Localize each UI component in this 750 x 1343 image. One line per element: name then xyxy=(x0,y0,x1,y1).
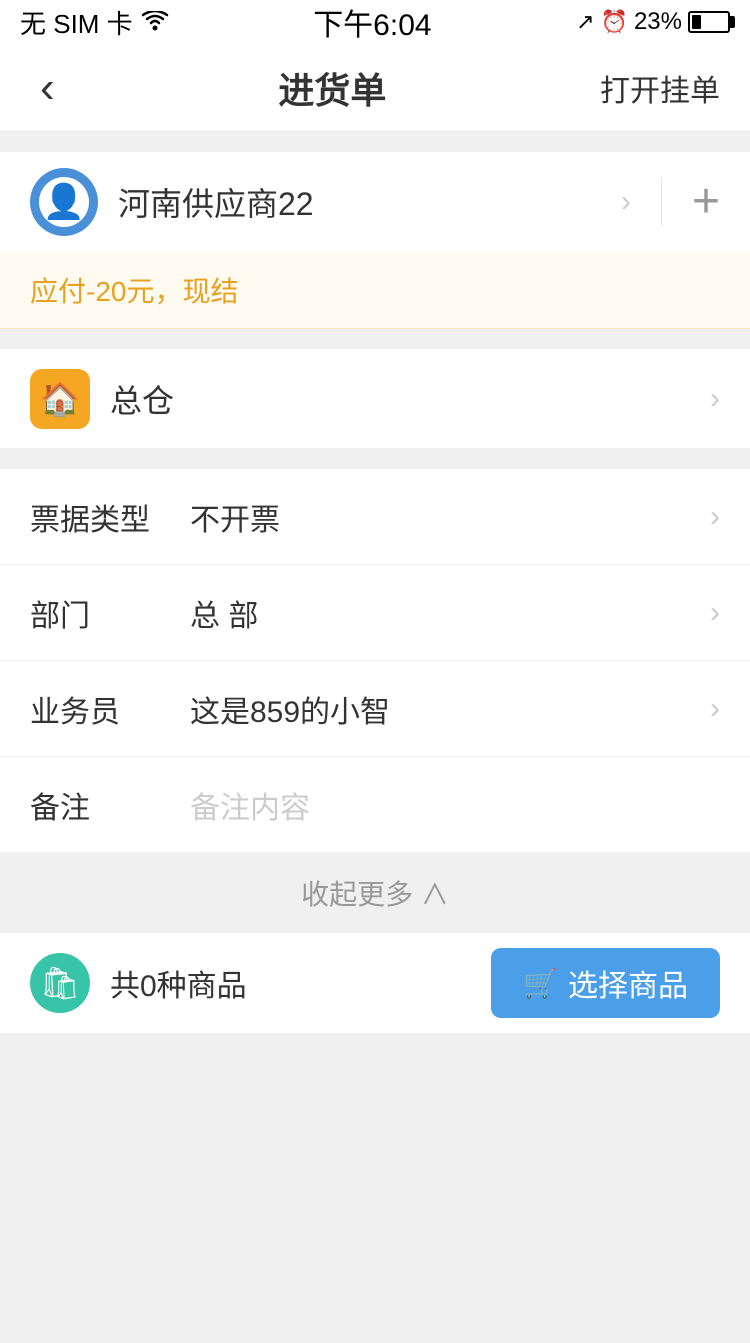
divider-2 xyxy=(0,329,750,349)
page-title: 进货单 xyxy=(278,62,386,114)
salesperson-row[interactable]: 业务员 这是859的小智 › xyxy=(0,661,750,757)
collapse-row[interactable]: 收起更多 ∧ xyxy=(0,853,750,933)
bottom-bar: 🛍 共0种商品 🛒 选择商品 xyxy=(0,933,750,1033)
status-left: 无 SIM 卡 xyxy=(20,4,169,41)
person-icon: 👤 xyxy=(43,182,85,222)
product-count-icon: 🛍 xyxy=(30,953,90,1013)
salesperson-chevron-icon: › xyxy=(710,692,720,726)
invoice-type-chevron-icon: › xyxy=(710,500,720,534)
department-value: 总 部 xyxy=(190,591,710,635)
status-bar: 无 SIM 卡 下午6:04 ↗ ⏰ 23% xyxy=(0,0,750,44)
department-label: 部门 xyxy=(30,591,170,635)
remark-row[interactable]: 备注 备注内容 xyxy=(0,757,750,853)
supplier-card: 👤 河南供应商22 › + 应付-20元，现结 xyxy=(0,152,750,329)
warehouse-icon: 🏠 xyxy=(30,369,90,429)
salesperson-value: 这是859的小智 xyxy=(190,687,710,731)
remark-value: 备注内容 xyxy=(190,783,720,827)
open-pending-button[interactable]: 打开挂单 xyxy=(600,66,720,110)
invoice-type-label: 票据类型 xyxy=(30,495,170,539)
battery-percent: 23% xyxy=(634,8,682,36)
alarm-icon: ⏰ xyxy=(601,9,628,35)
divider-1 xyxy=(0,132,750,152)
supplier-row[interactable]: 👤 河南供应商22 › + xyxy=(0,152,750,252)
warehouse-chevron-icon: › xyxy=(710,382,720,416)
form-card: 票据类型 不开票 › 部门 总 部 › 业务员 这是859的小智 › 备注 备注… xyxy=(0,469,750,853)
select-product-icon: 🛒 xyxy=(523,967,558,1000)
back-button[interactable]: ‹ xyxy=(30,53,65,123)
collapse-button[interactable]: 收起更多 ∧ xyxy=(301,873,449,913)
select-product-label: 选择商品 xyxy=(568,961,688,1005)
carrier-text: 无 SIM 卡 xyxy=(20,4,133,41)
supplier-chevron-icon: › xyxy=(621,185,631,219)
add-supplier-button[interactable]: + xyxy=(661,178,720,226)
warehouse-name: 总仓 xyxy=(110,376,710,422)
divider-3 xyxy=(0,449,750,469)
house-icon: 🏠 xyxy=(40,380,80,418)
nav-bar: ‹ 进货单 打开挂单 xyxy=(0,44,750,132)
salesperson-label: 业务员 xyxy=(30,687,170,731)
supplier-avatar: 👤 xyxy=(30,168,98,236)
battery-icon xyxy=(688,11,730,33)
status-right: ↗ ⏰ 23% xyxy=(576,8,730,36)
notice-banner: 应付-20元，现结 xyxy=(0,252,750,329)
supplier-name: 河南供应商22 xyxy=(118,179,621,225)
select-product-button[interactable]: 🛒 选择商品 xyxy=(491,948,720,1018)
warehouse-row[interactable]: 🏠 总仓 › xyxy=(0,349,750,449)
department-chevron-icon: › xyxy=(710,596,720,630)
notice-text: 应付-20元，现结 xyxy=(30,276,238,307)
status-time: 下午6:04 xyxy=(313,0,431,44)
avatar-inner: 👤 xyxy=(39,177,89,227)
product-count-text: 共0种商品 xyxy=(110,961,491,1005)
invoice-type-row[interactable]: 票据类型 不开票 › xyxy=(0,469,750,565)
location-icon: ↗ xyxy=(576,9,594,35)
cart-icon: 🛍 xyxy=(40,964,81,1002)
background-fill xyxy=(0,1033,750,1343)
invoice-type-value: 不开票 xyxy=(190,495,710,539)
department-row[interactable]: 部门 总 部 › xyxy=(0,565,750,661)
remark-label: 备注 xyxy=(30,783,170,827)
wifi-icon xyxy=(141,7,169,38)
